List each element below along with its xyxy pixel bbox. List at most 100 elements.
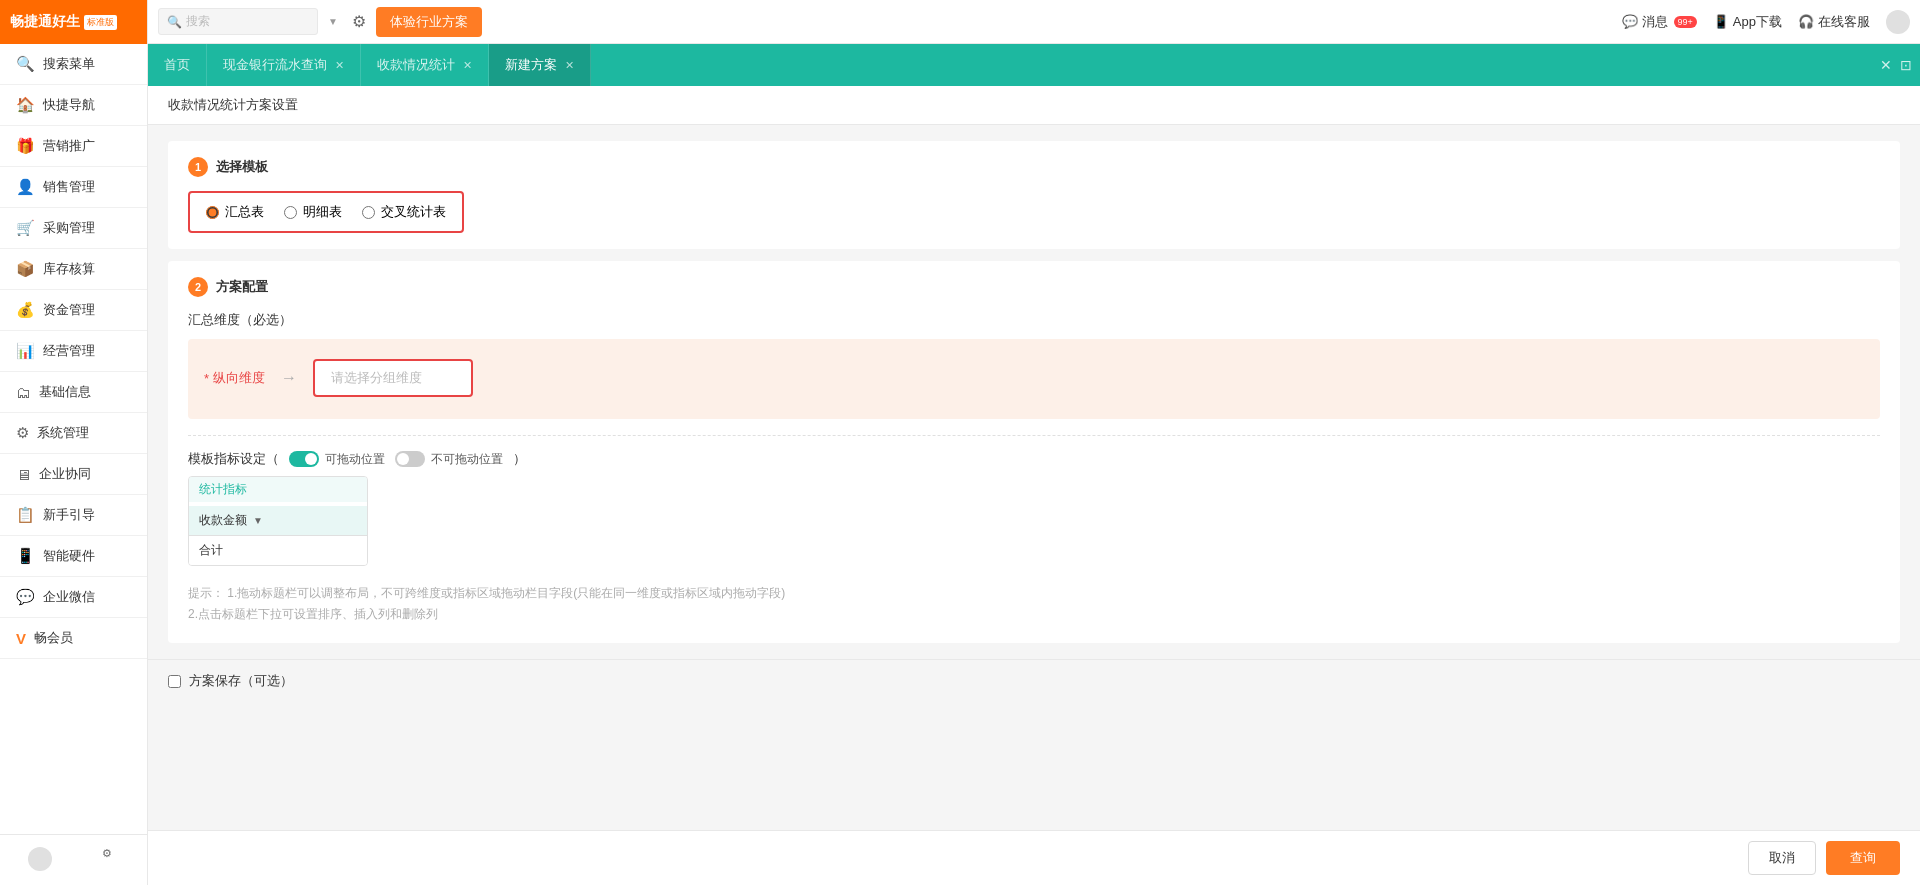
- hint-item-1: 提示： 1.拖动标题栏可以调整布局，不可跨维度或指标区域拖动栏目字段(只能在同一…: [188, 585, 1880, 602]
- shopping-icon: 🛒: [16, 219, 35, 237]
- sidebar-item-label: 资金管理: [43, 301, 95, 319]
- sidebar-item-sales[interactable]: 👤 销售管理: [0, 167, 147, 208]
- indicator-settings-title: 模板指标设定（: [188, 450, 279, 468]
- logo-text: 畅捷通好生: [10, 13, 80, 31]
- sidebar-item-enterprise-wechat[interactable]: 💬 企业微信: [0, 577, 147, 618]
- hint-section: 提示： 1.拖动标题栏可以调整布局，不可跨维度或指标区域拖动栏目字段(只能在同一…: [188, 585, 1880, 623]
- sidebar-item-basic-info[interactable]: 🗂 基础信息: [0, 372, 147, 413]
- search-icon: 🔍: [16, 55, 35, 73]
- search-box[interactable]: 🔍 搜索: [158, 8, 318, 35]
- cancel-button[interactable]: 取消: [1748, 841, 1816, 875]
- box-icon: 📦: [16, 260, 35, 278]
- radio-detail-label: 明细表: [303, 203, 342, 221]
- tab-label: 收款情况统计: [377, 56, 455, 74]
- sidebar-item-operations[interactable]: 📊 经营管理: [0, 331, 147, 372]
- template-selector: 汇总表 明细表 交叉统计表: [188, 191, 464, 233]
- vertical-dimension-label: * 纵向维度: [204, 369, 265, 387]
- sidebar-item-search-menu[interactable]: 🔍 搜索菜单: [0, 44, 147, 85]
- app-download-label: App下载: [1733, 13, 1782, 31]
- radio-detail-input[interactable]: [284, 206, 297, 219]
- toggle-on-icon[interactable]: [289, 451, 319, 467]
- query-button[interactable]: 查询: [1826, 841, 1900, 875]
- step1-num: 1: [188, 157, 208, 177]
- step2-section: 2 方案配置 汇总维度（必选） * 纵向维度 → 请选择分组维度: [168, 261, 1900, 643]
- indicator-settings: 模板指标设定（ 可拖动位置 不可拖动位置 ） 统计指标: [188, 450, 1880, 623]
- close-window-icon[interactable]: ✕: [1880, 57, 1892, 73]
- gear-icon[interactable]: ⚙: [352, 12, 366, 31]
- section-divider: [188, 435, 1880, 436]
- topbar-right: 💬 消息 99+ 📱 App下载 🎧 在线客服: [1622, 10, 1910, 34]
- service-icon: 🎧: [1798, 14, 1814, 29]
- tab-new-plan[interactable]: 新建方案 ✕: [489, 44, 591, 86]
- sidebar-item-system[interactable]: ⚙ 系统管理: [0, 413, 147, 454]
- sidebar-item-label: 营销推广: [43, 137, 95, 155]
- sidebar-logo: 畅捷通好生 标准版: [0, 0, 147, 44]
- online-service-button[interactable]: 🎧 在线客服: [1798, 13, 1870, 31]
- tab-close-icon[interactable]: ✕: [565, 59, 574, 72]
- money-icon: 💰: [16, 301, 35, 319]
- toggle-non-draggable-label: 不可拖动位置: [431, 451, 503, 468]
- online-service-label: 在线客服: [1818, 13, 1870, 31]
- vip-icon: V: [16, 630, 26, 647]
- toggle-draggable[interactable]: 可拖动位置: [289, 451, 385, 468]
- radio-detail[interactable]: 明细表: [284, 203, 342, 221]
- tab-home[interactable]: 首页: [148, 44, 207, 86]
- sidebar-item-label: 采购管理: [43, 219, 95, 237]
- radio-cross[interactable]: 交叉统计表: [362, 203, 446, 221]
- dimension-section-title: 汇总维度（必选）: [188, 311, 1880, 329]
- gift-icon: 🎁: [16, 137, 35, 155]
- tab-label: 新建方案: [505, 56, 557, 74]
- sidebar-bottom: ⚙: [0, 834, 147, 885]
- sidebar-item-label: 企业微信: [43, 588, 95, 606]
- arrow-icon: →: [281, 369, 297, 387]
- radio-cross-input[interactable]: [362, 206, 375, 219]
- stats-header-row[interactable]: 收款金额 ▼: [189, 506, 367, 536]
- sidebar-item-label: 库存核算: [43, 260, 95, 278]
- sidebar-bottom-avatar[interactable]: [8, 843, 72, 877]
- tab-close-icon[interactable]: ✕: [463, 59, 472, 72]
- sidebar-item-purchase[interactable]: 🛒 采购管理: [0, 208, 147, 249]
- radio-cross-label: 交叉统计表: [381, 203, 446, 221]
- save-checkbox[interactable]: [168, 675, 181, 688]
- save-row: 方案保存（可选）: [148, 659, 1920, 702]
- step1-title: 选择模板: [216, 158, 268, 176]
- maximize-icon[interactable]: ⊡: [1900, 57, 1912, 73]
- sidebar-item-smart-hardware[interactable]: 📱 智能硬件: [0, 536, 147, 577]
- edition-badge: 标准版: [84, 15, 117, 30]
- dimension-selector[interactable]: 请选择分组维度: [313, 359, 473, 397]
- monitor-icon: 🖥: [16, 466, 31, 483]
- search-placeholder: 搜索: [186, 13, 210, 30]
- sidebar-item-finance[interactable]: 💰 资金管理: [0, 290, 147, 331]
- avatar-icon: [1886, 10, 1910, 34]
- sidebar-item-marketing[interactable]: 🎁 营销推广: [0, 126, 147, 167]
- radio-summary-input[interactable]: [206, 206, 219, 219]
- topbar: 🔍 搜索 ▼ ⚙ 体验行业方案 💬 消息 99+ 📱 App下载 🎧 在线客服: [148, 0, 1920, 44]
- notifications-button[interactable]: 💬 消息 99+: [1622, 13, 1697, 31]
- toggle-draggable-label: 可拖动位置: [325, 451, 385, 468]
- dropdown-arrow-icon[interactable]: ▼: [328, 16, 338, 27]
- dimension-placeholder: 请选择分组维度: [331, 370, 422, 385]
- sidebar-item-inventory[interactable]: 📦 库存核算: [0, 249, 147, 290]
- chevron-down-icon[interactable]: ▼: [253, 515, 263, 526]
- tab-bank-flow[interactable]: 现金银行流水查询 ✕: [207, 44, 361, 86]
- tabbar: 首页 现金银行流水查询 ✕ 收款情况统计 ✕ 新建方案 ✕ ✕ ⊡: [148, 44, 1920, 86]
- step2-title: 方案配置: [216, 278, 268, 296]
- sidebar-item-enterprise-collab[interactable]: 🖥 企业协同: [0, 454, 147, 495]
- tab-receipt-stats[interactable]: 收款情况统计 ✕: [361, 44, 489, 86]
- sidebar-item-membership[interactable]: V 畅会员: [0, 618, 147, 659]
- user-menu[interactable]: [1886, 10, 1910, 34]
- radio-summary[interactable]: 汇总表: [206, 203, 264, 221]
- sidebar-item-quick-nav[interactable]: 🏠 快捷导航: [0, 85, 147, 126]
- industry-solution-button[interactable]: 体验行业方案: [376, 7, 482, 37]
- sidebar-bottom-settings[interactable]: ⚙: [76, 843, 140, 877]
- tab-label: 首页: [164, 56, 190, 74]
- tab-close-icon[interactable]: ✕: [335, 59, 344, 72]
- sidebar-item-label: 快捷导航: [43, 96, 95, 114]
- notifications-label: 消息: [1642, 13, 1668, 31]
- toggle-non-draggable[interactable]: 不可拖动位置: [395, 451, 503, 468]
- sidebar-item-label: 畅会员: [34, 629, 73, 647]
- toggle-off-icon[interactable]: [395, 451, 425, 467]
- sidebar-item-beginner-guide[interactable]: 📋 新手引导: [0, 495, 147, 536]
- page-header: 收款情况统计方案设置: [148, 86, 1920, 125]
- app-download-button[interactable]: 📱 App下载: [1713, 13, 1782, 31]
